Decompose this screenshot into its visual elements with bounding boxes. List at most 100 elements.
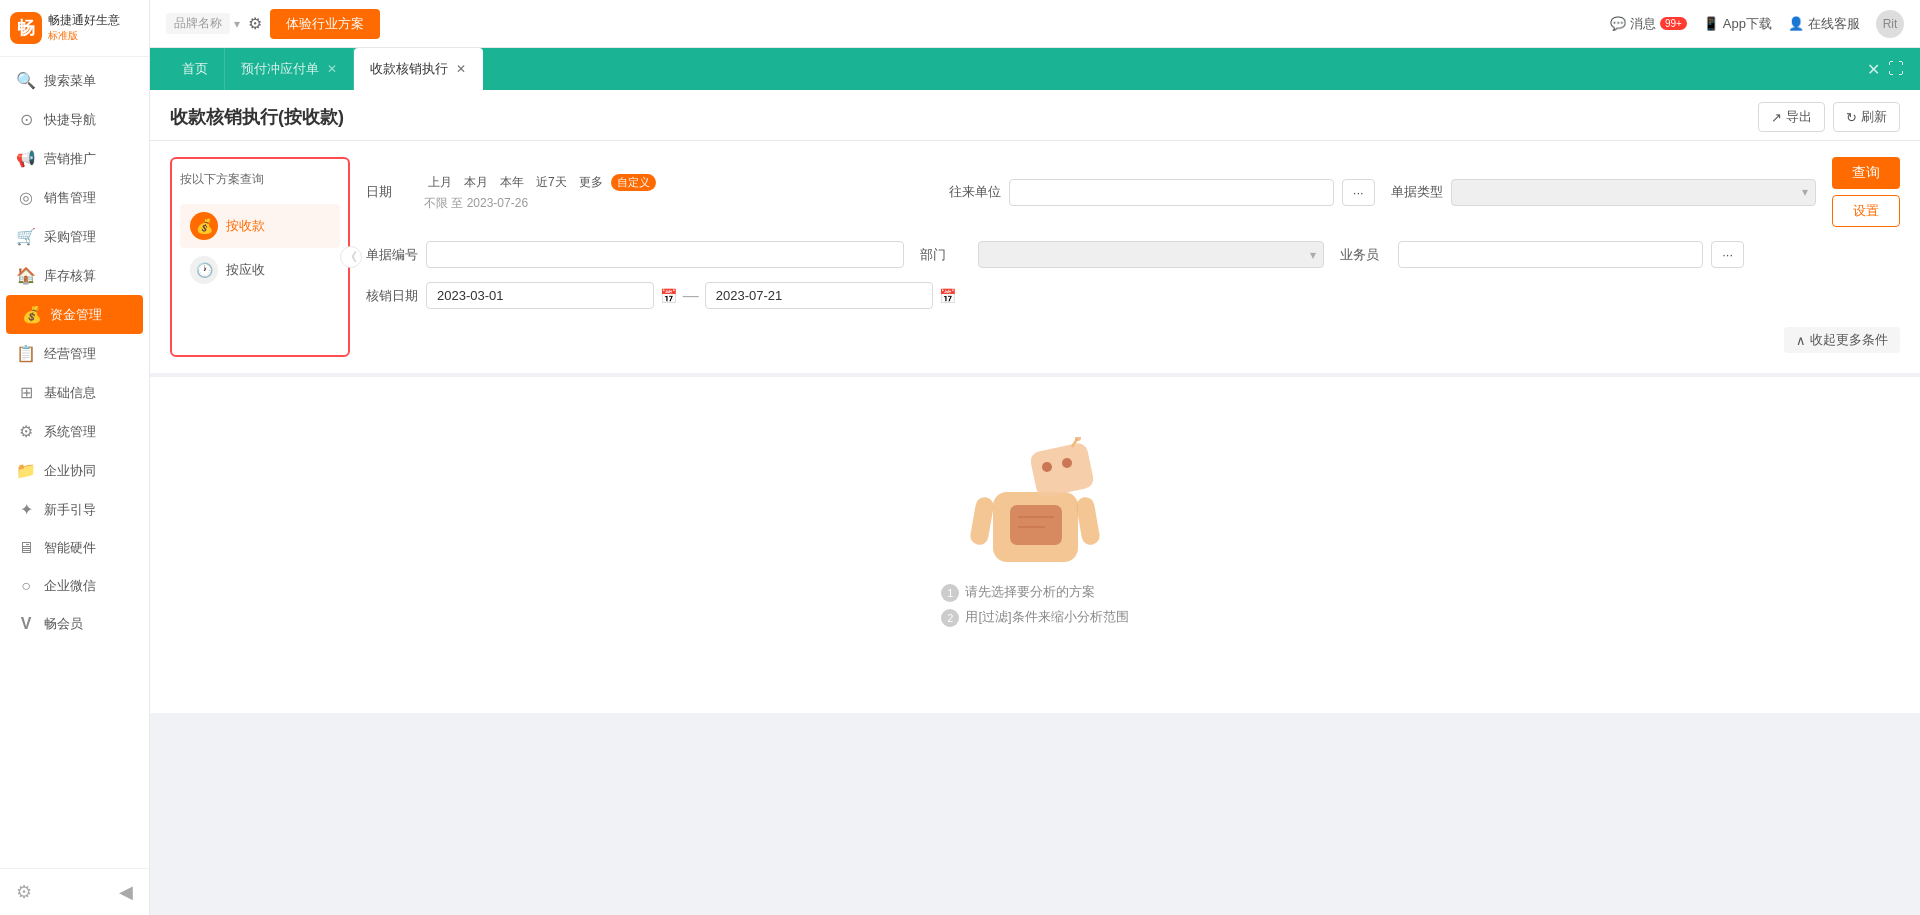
counterpart-input[interactable] bbox=[1009, 179, 1334, 206]
empty-tip-1: 1 请先选择要分析的方案 bbox=[941, 583, 1128, 602]
operations-icon: 📋 bbox=[16, 344, 36, 363]
message-icon: 💬 bbox=[1610, 16, 1626, 31]
form-row-1: 日期 上月 本月 本年 近7天 更多 自定义 不限 bbox=[366, 157, 1900, 227]
sidebar-item-enterprise[interactable]: 📁 企业协同 bbox=[0, 451, 149, 490]
sidebar-item-operations[interactable]: 📋 经营管理 bbox=[0, 334, 149, 373]
collapse-up-icon: ∧ bbox=[1796, 333, 1806, 348]
filter-collection-label: 按收款 bbox=[226, 217, 265, 235]
refresh-icon: ↻ bbox=[1846, 110, 1857, 125]
filter-panel: 按以下方案查询 💰 按收款 🕐 按应收 《 bbox=[170, 157, 350, 357]
service-label: 在线客服 bbox=[1808, 15, 1860, 33]
filter-by-collection[interactable]: 💰 按收款 bbox=[180, 204, 340, 248]
solution-button[interactable]: 体验行业方案 bbox=[270, 9, 380, 39]
quick-date-this-year[interactable]: 本年 bbox=[496, 172, 528, 193]
sidebar-item-search-menu[interactable]: 🔍 搜索菜单 bbox=[0, 61, 149, 100]
staff-input[interactable] bbox=[1398, 241, 1703, 268]
verify-date-start-calendar-icon[interactable]: 📅 bbox=[660, 288, 677, 304]
svg-rect-1 bbox=[1010, 505, 1062, 545]
verify-date-start-input[interactable] bbox=[426, 282, 654, 309]
app-name: 畅捷通好生意 bbox=[48, 13, 120, 29]
online-service-button[interactable]: 👤 在线客服 bbox=[1788, 15, 1860, 33]
collapse-sidebar-icon[interactable]: ◀ bbox=[119, 881, 133, 903]
smart-hw-icon: 🖥 bbox=[16, 539, 36, 557]
query-action-buttons: 查询 设置 bbox=[1832, 157, 1900, 227]
brand-area: 品牌名称 ▾ bbox=[166, 13, 240, 34]
guide-icon: ✦ bbox=[16, 500, 36, 519]
sidebar-item-wechat[interactable]: ○ 企业微信 bbox=[0, 567, 149, 605]
sidebar-item-member[interactable]: V 畅会员 bbox=[0, 605, 149, 643]
tab-prepay-label: 预付冲应付单 bbox=[241, 60, 319, 78]
department-select[interactable] bbox=[978, 241, 1324, 268]
page-action-buttons: ↗ 导出 ↻ 刷新 bbox=[1758, 102, 1900, 132]
verify-date-field-group: 核销日期 📅 — 📅 bbox=[366, 282, 956, 309]
message-button[interactable]: 💬 消息 99+ bbox=[1610, 15, 1687, 33]
sidebar-navigation: 🔍 搜索菜单 ⊙ 快捷导航 📢 营销推广 ◎ 销售管理 🛒 采购管理 🏠 库存核… bbox=[0, 57, 149, 868]
empty-tip-2: 2 用[过滤]条件来缩小分析范围 bbox=[941, 608, 1128, 627]
sidebar-label-marketing: 营销推广 bbox=[44, 150, 96, 168]
collapse-more-button[interactable]: ∧ 收起更多条件 bbox=[1784, 327, 1900, 353]
department-label: 部门 bbox=[920, 246, 970, 264]
settings-icon[interactable]: ⚙ bbox=[16, 881, 32, 903]
verify-date-end-calendar-icon[interactable]: 📅 bbox=[939, 288, 956, 304]
settings-button[interactable]: 设置 bbox=[1832, 195, 1900, 227]
sidebar-label-finance: 资金管理 bbox=[50, 306, 102, 324]
filter-panel-collapse-button[interactable]: 《 bbox=[340, 246, 362, 268]
form-row-3: 核销日期 📅 — 📅 bbox=[366, 282, 1900, 309]
sidebar: 畅 畅捷通好生意 标准版 🔍 搜索菜单 ⊙ 快捷导航 📢 营销推广 ◎ 销售管理… bbox=[0, 0, 150, 915]
svg-rect-4 bbox=[969, 496, 995, 546]
basic-info-icon: ⊞ bbox=[16, 383, 36, 402]
quick-date-last-month[interactable]: 上月 bbox=[424, 172, 456, 193]
filter-by-receivable[interactable]: 🕐 按应收 bbox=[180, 248, 340, 292]
sidebar-label-wechat: 企业微信 bbox=[44, 577, 96, 595]
tip-number-2: 2 bbox=[941, 609, 959, 627]
app-download-label: App下载 bbox=[1723, 15, 1772, 33]
sidebar-item-sales[interactable]: ◎ 销售管理 bbox=[0, 178, 149, 217]
tab-collection-label: 收款核销执行 bbox=[370, 60, 448, 78]
sidebar-item-quick-nav[interactable]: ⊙ 快捷导航 bbox=[0, 100, 149, 139]
search-container: 按以下方案查询 💰 按收款 🕐 按应收 《 日期 bbox=[150, 141, 1920, 373]
refresh-button[interactable]: ↻ 刷新 bbox=[1833, 102, 1900, 132]
query-button[interactable]: 查询 bbox=[1832, 157, 1900, 189]
counterpart-ellipsis-button[interactable]: ··· bbox=[1342, 179, 1375, 206]
sales-icon: ◎ bbox=[16, 188, 36, 207]
message-label: 消息 bbox=[1630, 15, 1656, 33]
export-button[interactable]: ↗ 导出 bbox=[1758, 102, 1825, 132]
quick-date-7days[interactable]: 近7天 bbox=[532, 172, 571, 193]
doc-number-input[interactable] bbox=[426, 241, 904, 268]
tip-number-1: 1 bbox=[941, 584, 959, 602]
sidebar-item-finance[interactable]: 💰 资金管理 bbox=[6, 295, 143, 334]
tab-close-all-icon[interactable]: ✕ bbox=[1867, 60, 1880, 79]
sidebar-item-system[interactable]: ⚙ 系统管理 bbox=[0, 412, 149, 451]
tab-expand-icon[interactable]: ⛶ bbox=[1888, 60, 1904, 78]
search-form: 日期 上月 本月 本年 近7天 更多 自定义 不限 bbox=[366, 157, 1900, 357]
sidebar-item-inventory[interactable]: 🏠 库存核算 bbox=[0, 256, 149, 295]
quick-date-this-month[interactable]: 本月 bbox=[460, 172, 492, 193]
quick-date-more[interactable]: 更多 bbox=[575, 172, 607, 193]
filter-panel-title: 按以下方案查询 bbox=[180, 171, 340, 194]
verify-date-end-input[interactable] bbox=[705, 282, 933, 309]
staff-ellipsis-button[interactable]: ··· bbox=[1711, 241, 1744, 268]
sidebar-item-smart-hw[interactable]: 🖥 智能硬件 bbox=[0, 529, 149, 567]
topbar-gear-icon[interactable]: ⚙ bbox=[248, 14, 262, 33]
form-row-2: 单据编号 部门 业务员 ··· bbox=[366, 241, 1900, 268]
top-bar: 品牌名称 ▾ ⚙ 体验行业方案 💬 消息 99+ 📱 App下载 👤 在线客服 … bbox=[150, 0, 1920, 48]
tab-prepay[interactable]: 预付冲应付单 ✕ bbox=[225, 48, 354, 90]
sidebar-item-basic-info[interactable]: ⊞ 基础信息 bbox=[0, 373, 149, 412]
app-download-button[interactable]: 📱 App下载 bbox=[1703, 15, 1772, 33]
page-header: 收款核销执行(按收款) ↗ 导出 ↻ 刷新 bbox=[150, 90, 1920, 141]
sidebar-item-guide[interactable]: ✦ 新手引导 bbox=[0, 490, 149, 529]
sidebar-label-guide: 新手引导 bbox=[44, 501, 96, 519]
tab-prepay-close-icon[interactable]: ✕ bbox=[327, 62, 337, 76]
inventory-icon: 🏠 bbox=[16, 266, 36, 285]
brand-chevron-icon[interactable]: ▾ bbox=[234, 17, 240, 31]
tab-collection[interactable]: 收款核销执行 ✕ bbox=[354, 48, 483, 90]
tab-collection-close-icon[interactable]: ✕ bbox=[456, 62, 466, 76]
doc-type-select[interactable] bbox=[1451, 179, 1816, 206]
tab-bar: 首页 预付冲应付单 ✕ 收款核销执行 ✕ ✕ ⛶ bbox=[150, 48, 1920, 90]
sidebar-item-marketing[interactable]: 📢 营销推广 bbox=[0, 139, 149, 178]
tab-home[interactable]: 首页 bbox=[166, 48, 225, 90]
date-field-group: 日期 上月 本月 本年 近7天 更多 自定义 不限 bbox=[366, 172, 933, 212]
user-area[interactable]: Rit bbox=[1876, 10, 1904, 38]
sidebar-label-sales: 销售管理 bbox=[44, 189, 96, 207]
sidebar-item-purchase[interactable]: 🛒 采购管理 bbox=[0, 217, 149, 256]
